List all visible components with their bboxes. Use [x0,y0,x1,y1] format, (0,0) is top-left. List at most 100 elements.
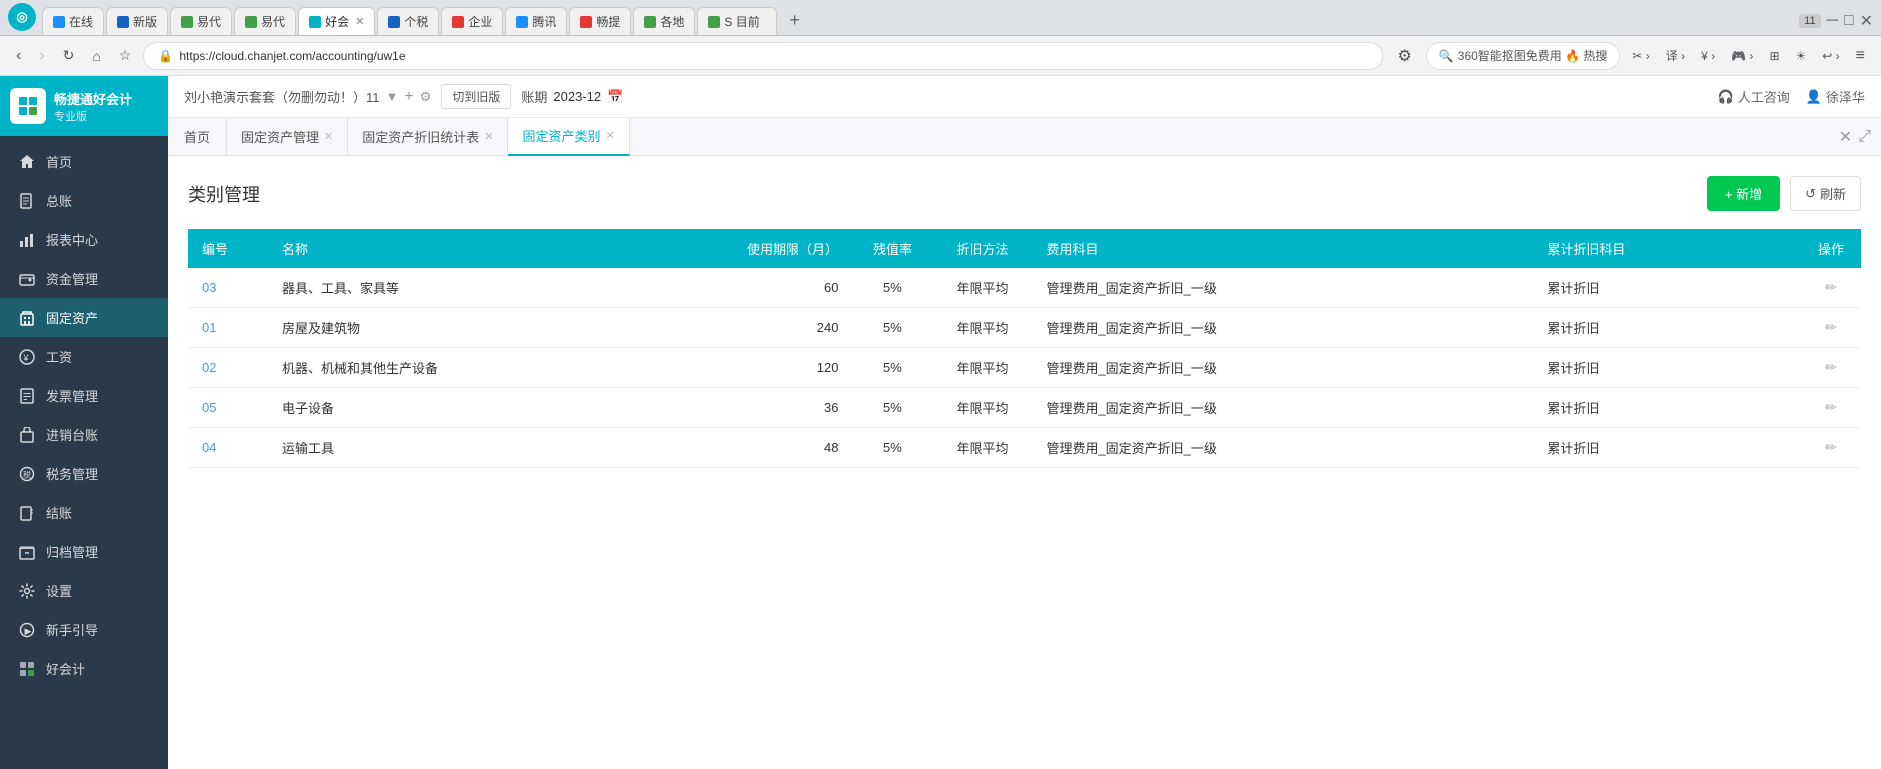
page-tab-home[interactable]: 首页 [168,118,227,156]
browser-tab[interactable]: 企业 [441,7,503,35]
dropdown-icon[interactable]: ▼ [386,89,399,104]
undo-btn[interactable]: ↩ › [1816,47,1845,65]
maximize-btn[interactable]: □ [1844,12,1854,30]
box-icon [18,426,36,444]
browser-tab[interactable]: S 目前 [697,7,777,35]
cell-action: ✏ [1801,388,1861,428]
cell-name: 电子设备 [268,388,732,428]
forward-btn[interactable]: › [33,43,50,69]
cell-action: ✏ [1801,428,1861,468]
page-tab-depreciation[interactable]: 固定资产折旧统计表 ✕ [348,118,508,156]
back-btn[interactable]: ‹ [10,43,27,69]
edit-btn[interactable]: ✏ [1825,279,1837,296]
cell-period: 36 [732,388,852,428]
tab-close-icon[interactable]: ✕ [324,130,333,143]
cell-code[interactable]: 01 [188,308,268,348]
settings-icon[interactable]: ⚙ [420,89,432,105]
sidebar-item-funds[interactable]: 资金管理 [0,259,168,298]
sidebar-item-tax[interactable]: 税 税务管理 [0,454,168,493]
home-btn[interactable]: ⌂ [86,44,106,68]
browser-tab[interactable]: 畅提 [569,7,631,35]
edit-btn[interactable]: ✏ [1825,399,1837,416]
bookmark-btn[interactable]: ☆ [113,43,138,68]
edit-btn[interactable]: ✏ [1825,359,1837,376]
browser-tab[interactable]: 腾讯 [505,7,567,35]
page-tab-fixed-asset-mgmt[interactable]: 固定资产管理 ✕ [227,118,348,156]
cell-code[interactable]: 04 [188,428,268,468]
table-row: 02 机器、机械和其他生产设备 120 5% 年限平均 管理费用_固定资产折旧_… [188,348,1861,388]
brand-subtitle: 专业版 [54,108,132,124]
sidebar-item-reports[interactable]: 报表中心 [0,220,168,259]
browser-tab[interactable]: 易代 [234,7,296,35]
brightness-btn[interactable]: ☀ [1790,47,1813,65]
reload-btn[interactable]: ↻ [57,43,81,68]
close-btn[interactable]: ✕ [1860,11,1873,31]
new-tab-btn[interactable]: + [783,10,806,31]
browser-tab[interactable]: 各地 [633,7,695,35]
browser-tab[interactable]: 易代 [170,7,232,35]
cell-code[interactable]: 05 [188,388,268,428]
cell-period: 240 [732,308,852,348]
search-box[interactable]: 🔍 360智能抠图免费用 🔥 热搜 [1426,42,1621,70]
sidebar-item-invoice[interactable]: 发票管理 [0,376,168,415]
game-btn[interactable]: 🎮 › [1725,47,1759,65]
window-expand-btn[interactable]: ⤢ [1858,127,1871,147]
browser-tab-active[interactable]: 好会 ✕ [298,7,375,35]
browser-tab[interactable]: 在线 [42,7,104,35]
wallet-btn[interactable]: ¥ › [1695,47,1721,65]
sidebar-item-fixed-assets[interactable]: 固定资产 [0,298,168,337]
browser-chrome: ◎ 在线 新版 易代 易代 好会 ✕ 个税 企业 腾讯 畅提 各地 [0,0,1881,36]
refresh-btn[interactable]: ↺ 刷新 [1790,176,1861,211]
browser-tab[interactable]: 个税 [377,7,439,35]
cut-btn[interactable]: ✂ › [1626,47,1655,65]
window-close-btn[interactable]: ✕ [1839,127,1852,147]
sidebar-item-payroll[interactable]: ¥ 工资 [0,337,168,376]
sidebar-label-settings: 设置 [46,581,72,600]
menu-dots-btn[interactable]: ≡ [1850,45,1871,67]
plus-icon[interactable]: + [404,88,413,106]
tab-close-icon[interactable]: ✕ [484,130,493,143]
calendar-icon[interactable]: 📅 [607,89,623,105]
col-header-code: 编号 [188,229,268,268]
cell-residual: 5% [852,428,932,468]
browser-tab[interactable]: 新版 [106,7,168,35]
address-bar[interactable]: 🔒 https://cloud.chanjet.com/accounting/u… [143,42,1383,70]
sidebar-item-more[interactable]: 好会计 [0,649,168,688]
period-area: 账期 2023-12 📅 [521,87,623,106]
sidebar-label-closing: 结账 [46,503,72,522]
sidebar-item-closing[interactable]: 结账 [0,493,168,532]
sidebar-item-settings[interactable]: 设置 [0,571,168,610]
cell-code[interactable]: 02 [188,348,268,388]
table-row: 05 电子设备 36 5% 年限平均 管理费用_固定资产折旧_一级 累计折旧 ✏ [188,388,1861,428]
translate-btn[interactable]: 译 › [1660,45,1691,66]
svg-text:▶: ▶ [25,626,32,636]
sidebar-item-inventory[interactable]: 进销台账 [0,415,168,454]
edit-btn[interactable]: ✏ [1825,319,1837,336]
sidebar: 畅捷通好会计 专业版 首页 总账 [0,76,168,769]
sidebar-item-ledger[interactable]: 总账 [0,181,168,220]
page-tab-asset-category[interactable]: 固定资产类别 ✕ [508,118,629,156]
tab-label: 畅提 [596,13,620,30]
cell-residual: 5% [852,268,932,308]
cell-code[interactable]: 03 [188,268,268,308]
edit-btn[interactable]: ✏ [1825,439,1837,456]
cell-action: ✏ [1801,308,1861,348]
col-header-method: 折旧方法 [932,229,1032,268]
gear-icon [18,582,36,600]
browser-menu-btn[interactable]: ⚙ [1389,42,1419,70]
tab-close-icon[interactable]: ✕ [606,129,615,142]
sidebar-item-home[interactable]: 首页 [0,142,168,181]
main-content: 类别管理 + 新增 ↺ 刷新 编号 名称 使用期限（月） 残值率 [168,156,1881,769]
switch-version-btn[interactable]: 切到旧版 [441,84,511,109]
sidebar-item-guide[interactable]: ▶ 新手引导 [0,610,168,649]
cell-accum: 累计折旧 [1533,348,1801,388]
account-name: 徐泽华 [1826,87,1865,106]
account-area[interactable]: 👤 徐泽华 [1806,87,1865,106]
service-btn[interactable]: 🎧 人工咨询 [1718,87,1790,106]
sidebar-item-archive[interactable]: 归档管理 [0,532,168,571]
minimize-btn[interactable]: ─ [1827,12,1838,30]
grid-btn[interactable]: ⊞ [1763,47,1785,65]
tab-close-icon[interactable]: ✕ [355,15,364,28]
add-btn[interactable]: + 新增 [1707,176,1780,211]
sidebar-brand: 畅捷通好会计 专业版 [0,76,168,136]
